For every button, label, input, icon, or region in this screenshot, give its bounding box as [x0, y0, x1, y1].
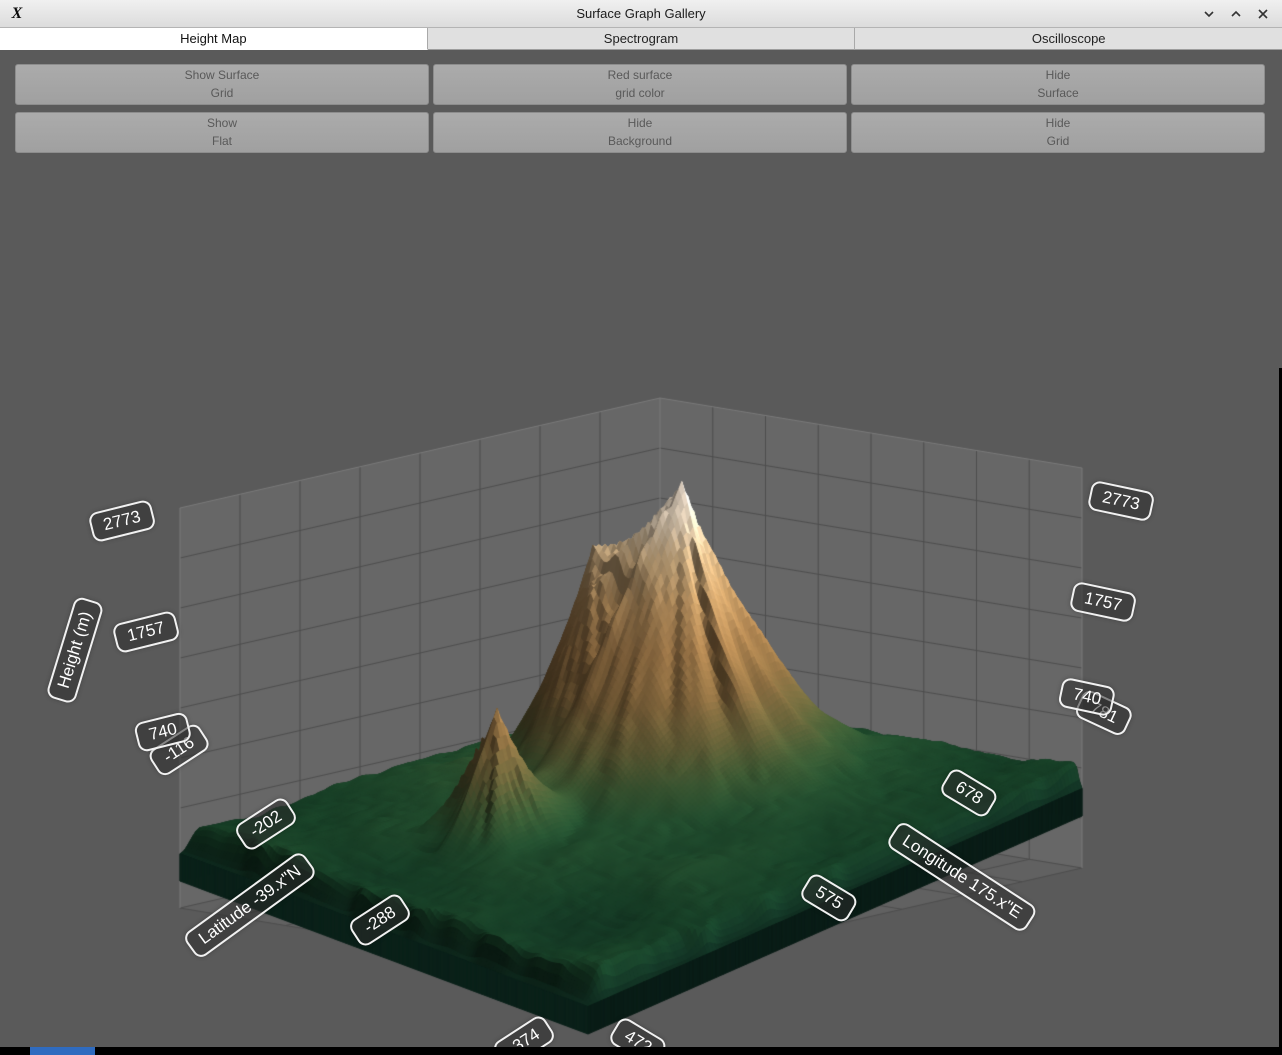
title-bar: X Surface Graph Gallery [0, 0, 1282, 28]
tab-oscilloscope[interactable]: Oscilloscope [855, 28, 1282, 50]
button-label: Grid [1047, 133, 1070, 150]
button-label: Flat [212, 133, 232, 150]
button-label: Show [207, 115, 237, 132]
tab-height-map[interactable]: Height Map [0, 28, 428, 50]
desktop-strip [0, 1047, 1282, 1055]
application-window: -116781Height (m)2773175774027731757740-… [0, 0, 1282, 1055]
chevron-down-icon [1201, 6, 1217, 22]
button-label: Red surface [608, 67, 673, 84]
window-shade-button[interactable] [1200, 5, 1218, 23]
tab-bar: Height Map Spectrogram Oscilloscope [0, 28, 1282, 50]
toolbar: Show Surface Grid Red surface grid color… [15, 64, 1265, 153]
close-icon [1255, 6, 1271, 22]
button-label: Background [608, 133, 672, 150]
window-maximize-button[interactable] [1227, 5, 1245, 23]
hide-grid-button[interactable]: Hide Grid [851, 112, 1265, 153]
show-flat-button[interactable]: Show Flat [15, 112, 429, 153]
button-label: Hide [1046, 67, 1071, 84]
window-controls [1200, 5, 1272, 23]
button-label: grid color [615, 85, 664, 102]
button-label: Surface [1037, 85, 1078, 102]
hide-surface-button[interactable]: Hide Surface [851, 64, 1265, 105]
button-label: Show Surface [185, 67, 260, 84]
surface-grid-color-button[interactable]: Red surface grid color [433, 64, 847, 105]
toggle-surface-grid-button[interactable]: Show Surface Grid [15, 64, 429, 105]
surface-plot[interactable] [0, 0, 1282, 1055]
button-label: Grid [211, 85, 234, 102]
taskbar-item[interactable] [30, 1047, 95, 1055]
chevron-up-icon [1228, 6, 1244, 22]
window-close-button[interactable] [1254, 5, 1272, 23]
button-label: Hide [628, 115, 653, 132]
button-label: Hide [1046, 115, 1071, 132]
hide-background-button[interactable]: Hide Background [433, 112, 847, 153]
tab-spectrogram[interactable]: Spectrogram [428, 28, 856, 50]
window-title: Surface Graph Gallery [0, 6, 1282, 21]
